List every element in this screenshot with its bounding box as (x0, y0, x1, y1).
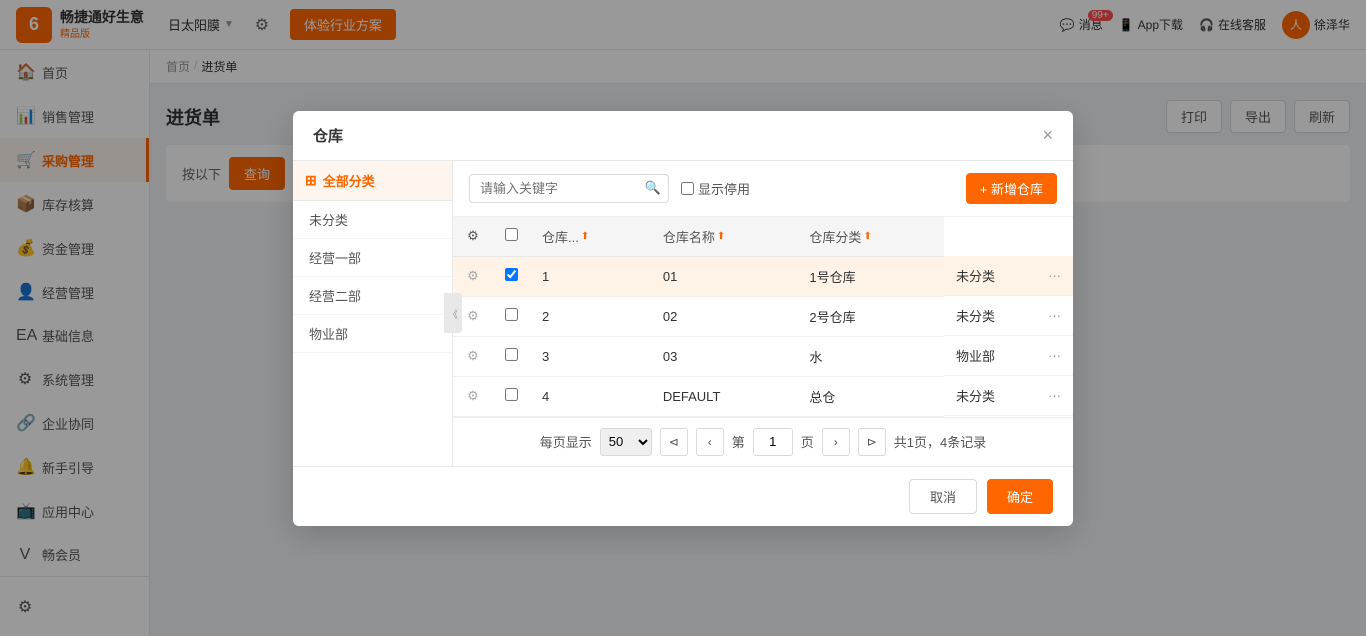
row-index-0: 1 (530, 256, 651, 296)
category-list: 未分类经营一部经营二部物业部 (293, 201, 452, 466)
row-code-3: DEFAULT (651, 376, 798, 416)
show-disabled-checkbox[interactable] (681, 182, 694, 195)
row-name-2: 水 (797, 336, 944, 376)
row-check-2 (493, 336, 530, 376)
warehouse-table: ⚙ 仓库... ⬆ 仓库名称 (453, 217, 1073, 417)
sort-icon: ⬆ (581, 231, 589, 242)
th-name: 仓库名称 ⬆ (651, 217, 798, 257)
category-item-2[interactable]: 经营二部 (293, 277, 452, 315)
table-header-row: ⚙ 仓库... ⬆ 仓库名称 (453, 217, 1073, 257)
next-page-button[interactable]: › (822, 428, 850, 456)
per-page-select[interactable]: 102050100 (600, 428, 652, 456)
row-check-3 (493, 376, 530, 416)
row-more-0[interactable]: ··· (1048, 268, 1061, 283)
table: ⚙ 仓库... ⬆ 仓库名称 (453, 217, 1073, 417)
table-panel: 🔍 显示停用 + 新增仓库 ⚙ (453, 161, 1073, 466)
row-check-1 (493, 296, 530, 336)
row-index-3: 4 (530, 376, 651, 416)
category-header[interactable]: ⊞ 全部分类 (293, 161, 452, 201)
row-category-3: 未分类··· (944, 376, 1073, 416)
row-code-0: 01 (651, 256, 798, 296)
table-row[interactable]: ⚙ 3 03 水 物业部··· (453, 336, 1073, 376)
row-checkbox-1[interactable] (505, 308, 518, 321)
row-index-2: 3 (530, 336, 651, 376)
search-icon[interactable]: 🔍 (645, 180, 661, 196)
row-checkbox-3[interactable] (505, 388, 518, 401)
row-name-0: 1号仓库 (797, 256, 944, 296)
row-name-3: 总仓 (797, 376, 944, 416)
last-page-button[interactable]: ⊳ (858, 428, 886, 456)
sort-icon-3: ⬆ (863, 231, 871, 242)
modal-header: 仓库 × (293, 111, 1073, 161)
row-code-1: 02 (651, 296, 798, 336)
modal-footer: 取消 确定 (293, 466, 1073, 526)
row-gear-2: ⚙ (453, 336, 493, 376)
search-input[interactable] (469, 174, 669, 203)
pagination: 每页显示 102050100 ⊲ ‹ 第 页 › ⊳ 共1页，4条记录 (453, 417, 1073, 466)
category-panel: ⊞ 全部分类 未分类经营一部经营二部物业部 《 (293, 161, 453, 466)
page-unit: 页 (801, 432, 814, 451)
row-gear-3: ⚙ (453, 376, 493, 416)
modal-overlay: 仓库 × ⊞ 全部分类 未分类经营一部经营二部物业部 《 🔍 (0, 0, 1366, 636)
th-category: 仓库分类 ⬆ (797, 217, 944, 257)
table-row[interactable]: ⚙ 2 02 2号仓库 未分类··· (453, 296, 1073, 336)
row-checkbox-0[interactable] (505, 268, 518, 281)
row-checkbox-2[interactable] (505, 348, 518, 361)
warehouse-modal: 仓库 × ⊞ 全部分类 未分类经营一部经营二部物业部 《 🔍 (293, 111, 1073, 526)
search-bar: 🔍 显示停用 + 新增仓库 (453, 161, 1073, 217)
row-more-2[interactable]: ··· (1048, 348, 1061, 363)
category-item-3[interactable]: 物业部 (293, 315, 452, 353)
row-name-1: 2号仓库 (797, 296, 944, 336)
modal-close-button[interactable]: × (1042, 126, 1053, 144)
grid-icon: ⊞ (305, 172, 317, 189)
row-index-1: 2 (530, 296, 651, 336)
prev-page-button[interactable]: ‹ (696, 428, 724, 456)
table-row[interactable]: ⚙ 4 DEFAULT 总仓 未分类··· (453, 376, 1073, 416)
row-code-2: 03 (651, 336, 798, 376)
sort-icon-2: ⬆ (717, 231, 725, 242)
row-gear-0: ⚙ (453, 256, 493, 296)
table-body: ⚙ 1 01 1号仓库 未分类··· ⚙ 2 02 2号仓库 未分类··· ⚙ … (453, 256, 1073, 416)
row-category-1: 未分类··· (944, 296, 1073, 336)
page-label: 第 (732, 432, 745, 451)
category-header-label: 全部分类 (323, 171, 375, 190)
page-input[interactable] (753, 428, 793, 456)
th-code-sort[interactable]: 仓库... ⬆ (542, 227, 639, 246)
category-item-1[interactable]: 经营一部 (293, 239, 452, 277)
total-info: 共1页，4条记录 (894, 432, 986, 451)
search-input-wrap: 🔍 (469, 174, 669, 203)
th-category-sort[interactable]: 仓库分类 ⬆ (809, 227, 932, 246)
per-page-label: 每页显示 (540, 432, 592, 451)
select-all-checkbox[interactable] (505, 228, 518, 241)
row-more-3[interactable]: ··· (1048, 388, 1061, 403)
category-item-0[interactable]: 未分类 (293, 201, 452, 239)
row-more-1[interactable]: ··· (1048, 308, 1061, 323)
confirm-button[interactable]: 确定 (987, 479, 1053, 514)
th-name-sort[interactable]: 仓库名称 ⬆ (663, 227, 786, 246)
table-row[interactable]: ⚙ 1 01 1号仓库 未分类··· (453, 256, 1073, 296)
category-collapse-button[interactable]: 《 (444, 293, 462, 333)
th-checkbox (493, 217, 530, 257)
th-code: 仓库... ⬆ (530, 217, 651, 257)
row-check-0 (493, 256, 530, 296)
row-category-2: 物业部··· (944, 336, 1073, 376)
row-category-0: 未分类··· (944, 256, 1073, 296)
th-gear: ⚙ (453, 217, 493, 257)
first-page-button[interactable]: ⊲ (660, 428, 688, 456)
show-disabled-label: 显示停用 (681, 179, 750, 198)
modal-title: 仓库 (313, 125, 343, 146)
cancel-button[interactable]: 取消 (909, 479, 977, 514)
add-warehouse-button[interactable]: + 新增仓库 (966, 173, 1057, 204)
modal-body: ⊞ 全部分类 未分类经营一部经营二部物业部 《 🔍 显示停用 (293, 161, 1073, 466)
